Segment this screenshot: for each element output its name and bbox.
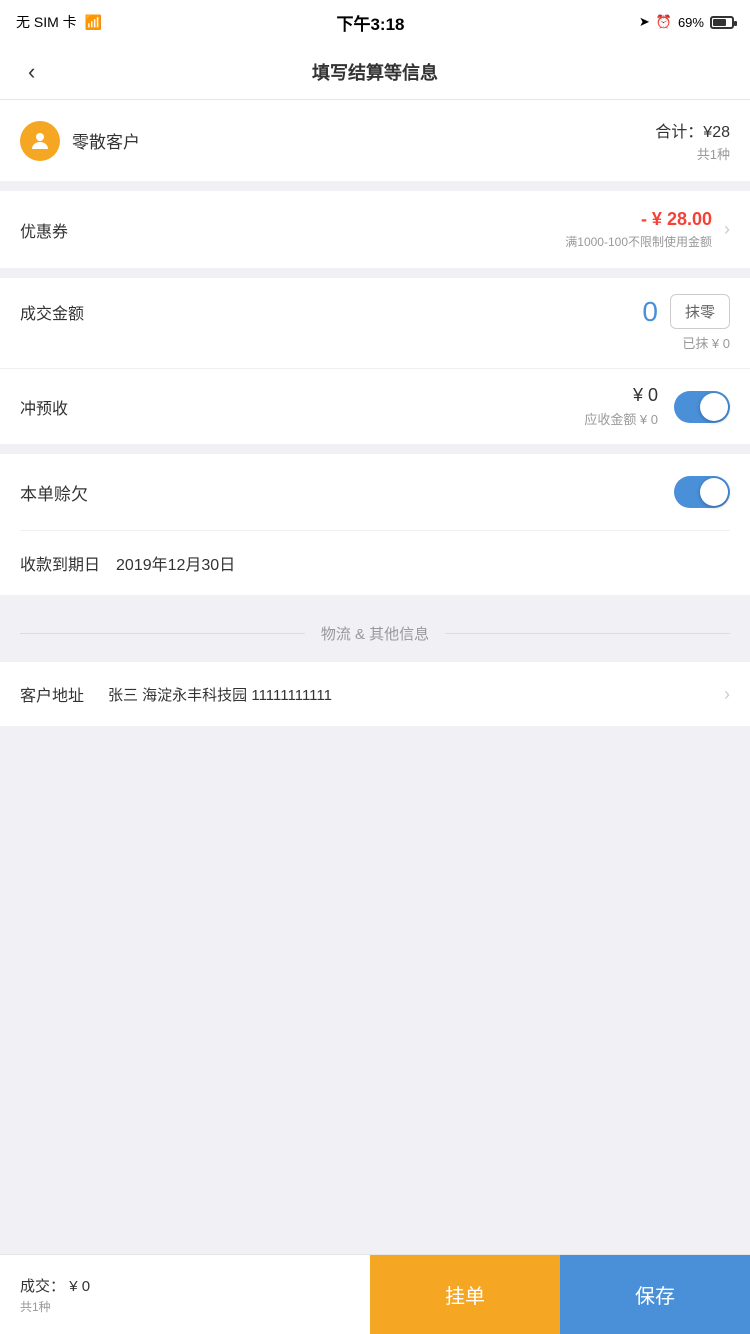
page-title: 填写结算等信息 [312,59,438,85]
divider-line-left [20,633,305,634]
bottom-info: 成交： ¥ 0 共1种 [0,1275,370,1315]
round-button[interactable]: 抹零 [670,294,730,329]
address-value: 张三 海淀永丰科技园 11111111111 [108,684,708,705]
customer-summary: 合计：¥28 共1种 [655,118,730,163]
content-area: 零散客户 合计：¥28 共1种 优惠券 - ¥ 28.00 满1000-100不… [0,100,750,826]
debt-label: 本单赊欠 [20,480,88,505]
coupon-row[interactable]: 优惠券 - ¥ 28.00 满1000-100不限制使用金额 › [0,191,750,268]
save-button[interactable]: 保存 [560,1255,750,1334]
coupon-label: 优惠券 [20,218,100,242]
divider-2 [0,444,750,454]
battery-icon [710,16,734,29]
bottom-bar: 成交： ¥ 0 共1种 挂单 保存 [0,1254,750,1334]
prepay-row: 冲预收 ¥ 0 应收金额 ¥ 0 [0,369,750,444]
coupon-section[interactable]: 优惠券 - ¥ 28.00 满1000-100不限制使用金额 › [0,191,750,268]
avatar [20,121,60,161]
status-bar: 无 SIM 卡 📶 下午3:18 ➤ ⏰ 69% [0,0,750,44]
debt-section: 本单赊欠 收款到期日 2019年12月30日 [0,454,750,595]
divider-line-right [445,633,730,634]
back-button[interactable]: ‹ [20,51,43,93]
carrier-text: 无 SIM 卡 [16,12,77,32]
address-label: 客户地址 [20,682,92,706]
divider-1 [0,268,750,278]
divider-3 [0,595,750,605]
customer-row: 零散客户 合计：¥28 共1种 [0,100,750,181]
address-chevron-icon: › [724,684,730,705]
customer-count: 共1种 [655,144,730,163]
coupon-amount: - ¥ 28.00 [565,209,712,230]
toggle-knob [700,393,728,421]
prepay-label: 冲预收 [20,395,100,419]
alarm-icon: ⏰ [656,14,672,30]
due-date-label: 收款到期日 [20,551,100,575]
debt-toggle[interactable] [674,476,730,508]
customer-name: 零散客户 [72,128,140,153]
location-icon: ➤ [639,14,650,30]
address-row[interactable]: 客户地址 张三 海淀永丰科技园 11111111111 › [0,662,750,726]
deal-section: 成交金额 抹零 已抹 ¥ 0 冲预收 ¥ 0 应收金额 ¥ 0 [0,278,750,444]
prepay-sub: 应收金额 ¥ 0 [584,409,658,428]
deal-input[interactable] [297,296,658,328]
customer-total: 合计：¥28 [655,118,730,142]
hang-button[interactable]: 挂单 [370,1255,560,1334]
customer-section: 零散客户 合计：¥28 共1种 [0,100,750,181]
status-right: ➤ ⏰ 69% [639,14,734,30]
prepay-toggle[interactable] [674,391,730,423]
due-date-value[interactable]: 2019年12月30日 [116,551,235,575]
logistics-text: 物流 & 其他信息 [321,623,429,644]
debt-toggle-knob [700,478,728,506]
prepay-values: ¥ 0 应收金额 ¥ 0 [584,385,658,428]
deal-label: 成交金额 [20,300,100,324]
bottom-deal-value: ¥ 0 [69,1278,90,1295]
nav-bar: ‹ 填写结算等信息 [0,44,750,100]
logistics-divider: 物流 & 其他信息 [0,605,750,662]
chevron-right-icon: › [724,219,730,240]
status-left: 无 SIM 卡 📶 [16,12,102,32]
due-date-row: 收款到期日 2019年12月30日 [0,531,750,595]
wifi-icon: 📶 [85,14,102,31]
deal-sub: 已抹 ¥ 0 [20,333,730,352]
customer-left: 零散客户 [20,121,140,161]
bottom-deal-row: 成交： ¥ 0 [20,1275,350,1296]
coupon-desc: 满1000-100不限制使用金额 [565,233,712,250]
time-display: 下午3:18 [336,10,404,35]
coupon-value-area: - ¥ 28.00 满1000-100不限制使用金额 › [100,209,730,250]
coupon-value: - ¥ 28.00 满1000-100不限制使用金额 [565,209,712,250]
debt-row: 本单赊欠 [0,454,750,530]
amount-top-row: 成交金额 抹零 [20,294,730,329]
amount-section: 成交金额 抹零 已抹 ¥ 0 [0,278,750,368]
battery-text: 69% [678,15,704,30]
bottom-deal-label: 成交： [20,1278,65,1295]
address-section[interactable]: 客户地址 张三 海淀永丰科技园 11111111111 › [0,662,750,726]
prepay-amount: ¥ 0 [584,385,658,406]
bottom-count: 共1种 [20,1298,350,1315]
